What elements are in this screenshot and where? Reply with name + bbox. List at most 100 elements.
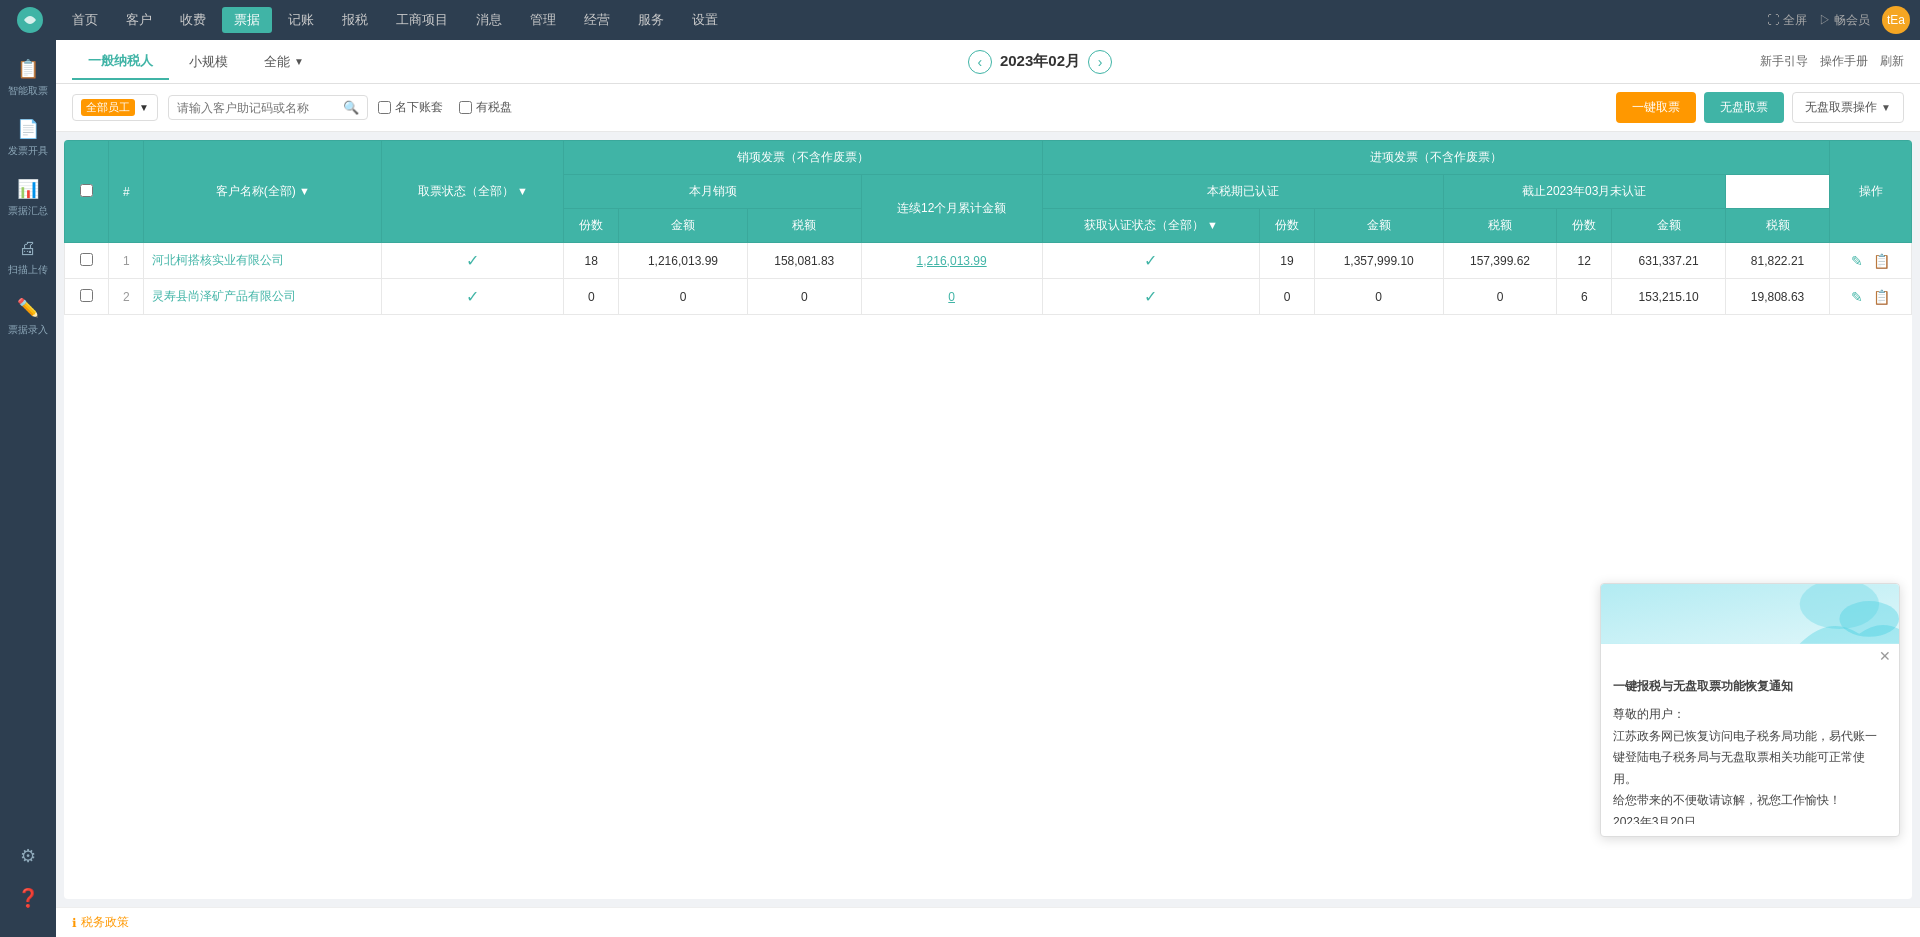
nav-business[interactable]: 工商项目 <box>384 7 460 33</box>
row-sales-tax: 158,081.83 <box>747 243 861 279</box>
notification-header: ✕ <box>1601 644 1899 668</box>
row-checkbox-input[interactable] <box>80 253 93 266</box>
row-consecutive12: 0 <box>861 279 1042 315</box>
view-icon[interactable]: 📋 <box>1873 289 1890 305</box>
nav-home[interactable]: 首页 <box>60 7 110 33</box>
row-confirm-status: ✓ <box>1042 279 1260 315</box>
chevron-down-icon: ▼ <box>139 102 149 113</box>
main-table: # 客户名称(全部) ▼ 取票状态（全部） ▼ 销项发票（不含作废票） 进项发票… <box>64 140 1912 315</box>
edit-icon[interactable]: ✎ <box>1851 253 1863 269</box>
sidebar-item-settings[interactable]: ⚙ <box>4 837 52 875</box>
manual-btn[interactable]: 操作手册 <box>1820 53 1868 70</box>
tab-bar-right: 新手引导 操作手册 刷新 <box>1760 53 1904 70</box>
th-unconfirmed-amount: 金额 <box>1612 209 1726 243</box>
vip-btn[interactable]: ▷ 畅会员 <box>1819 12 1870 29</box>
th-confirm-status: 获取认证状态（全部） ▼ <box>1042 209 1260 243</box>
sidebar-item-invoice-open[interactable]: 📄 发票开具 <box>4 110 52 166</box>
sidebar-item-invoice-entry[interactable]: ✏️ 票据录入 <box>4 289 52 345</box>
no-disc-fetch-btn[interactable]: 无盘取票 <box>1704 92 1784 123</box>
nav-message[interactable]: 消息 <box>464 7 514 33</box>
sidebar-item-invoice-summary[interactable]: 📊 票据汇总 <box>4 170 52 226</box>
search-icon[interactable]: 🔍 <box>343 100 359 115</box>
row-customer-name[interactable]: 灵寿县尚泽矿产品有限公司 <box>144 279 382 315</box>
row-input-tax: 157,399.62 <box>1443 243 1557 279</box>
checkbox-account[interactable]: 名下账套 <box>378 99 443 116</box>
row-sales-qty: 0 <box>564 279 619 315</box>
nav-items: 首页 客户 收费 票据 记账 报税 工商项目 消息 管理 经营 服务 设置 <box>60 7 1767 33</box>
notification-date: 2023年3月20日 <box>1613 812 1887 824</box>
sidebar-item-scan-upload[interactable]: 🖨 扫描上传 <box>4 230 52 285</box>
help-icon: ❓ <box>17 887 39 909</box>
nav-fee[interactable]: 收费 <box>168 7 218 33</box>
fullscreen-btn[interactable]: ⛶ 全屏 <box>1767 12 1806 29</box>
employee-filter[interactable]: 全部员工 ▼ <box>72 94 158 121</box>
nav-settings[interactable]: 设置 <box>680 7 730 33</box>
search-input[interactable] <box>177 101 337 115</box>
th-fetch-status: 取票状态（全部） ▼ <box>382 141 564 243</box>
row-checkbox <box>65 279 109 315</box>
row-unconfirmed-qty: 6 <box>1557 279 1612 315</box>
row-actions: ✎ 📋 <box>1830 243 1912 279</box>
row-input-qty: 19 <box>1260 243 1315 279</box>
th-input-amount: 金额 <box>1314 209 1443 243</box>
sidebar-item-help[interactable]: ❓ <box>4 879 52 917</box>
th-actions: 操作 <box>1830 141 1912 243</box>
row-checkbox-input[interactable] <box>80 289 93 302</box>
notification-scroll[interactable]: 尊敬的用户： 江苏政务网已恢复访问电子税务局功能，易代账一键登陆电子税务局与无盘… <box>1613 704 1887 824</box>
notification-body: 一键报税与无盘取票功能恢复通知 尊敬的用户： 江苏政务网已恢复访问电子税务局功能… <box>1601 668 1899 836</box>
select-all-checkbox[interactable] <box>80 184 93 197</box>
nav-operation[interactable]: 经营 <box>572 7 622 33</box>
search-box: 🔍 <box>168 95 368 120</box>
tab-general-taxpayer[interactable]: 一般纳税人 <box>72 44 169 80</box>
tab-small-scale[interactable]: 小规模 <box>173 45 244 79</box>
tax-policy-link[interactable]: 税务政策 <box>81 914 129 931</box>
nav-manage[interactable]: 管理 <box>518 7 568 33</box>
sidebar-bottom: ⚙ ❓ <box>4 837 52 927</box>
nav-accounting[interactable]: 记账 <box>276 7 326 33</box>
row-customer-name[interactable]: 河北柯搭核实业有限公司 <box>144 243 382 279</box>
th-checkbox <box>65 141 109 243</box>
sidebar-item-smart-fetch[interactable]: 📋 智能取票 <box>4 50 52 106</box>
user-avatar[interactable]: tEa <box>1882 6 1910 34</box>
fetch-status-filter-icon[interactable]: ▼ <box>517 185 528 197</box>
period-nav: ‹ 2023年02月 › <box>968 50 1112 74</box>
row-unconfirmed-amount: 631,337.21 <box>1612 243 1726 279</box>
checkbox-account-input[interactable] <box>378 101 391 114</box>
th-consecutive12: 连续12个月累计金额 <box>861 175 1042 243</box>
chevron-down-icon: ▼ <box>294 56 304 67</box>
notification-greeting: 尊敬的用户： <box>1613 704 1887 726</box>
th-input-qty: 份数 <box>1260 209 1315 243</box>
checkbox-taxpad-input[interactable] <box>459 101 472 114</box>
row-sales-tax: 0 <box>747 279 861 315</box>
employee-tag: 全部员工 <box>81 99 135 116</box>
nav-tax[interactable]: 报税 <box>330 7 380 33</box>
nav-invoice[interactable]: 票据 <box>222 7 272 33</box>
checkbox-taxpad[interactable]: 有税盘 <box>459 99 512 116</box>
row-sales-amount: 1,216,013.99 <box>619 243 748 279</box>
no-disc-ops-btn[interactable]: 无盘取票操作 ▼ <box>1792 92 1904 123</box>
one-key-fetch-btn[interactable]: 一键取票 <box>1616 92 1696 123</box>
next-period-btn[interactable]: › <box>1088 50 1112 74</box>
table-row: 2 灵寿县尚泽矿产品有限公司 ✓ 0 0 0 0 ✓ 0 0 0 6 153,2… <box>65 279 1912 315</box>
checkbox-group: 名下账套 有税盘 <box>378 99 512 116</box>
tab-all[interactable]: 全能 ▼ <box>248 45 320 79</box>
notification-close-btn[interactable]: ✕ <box>1879 648 1891 664</box>
toolbar-right: 一键取票 无盘取票 无盘取票操作 ▼ <box>1616 92 1904 123</box>
customer-filter-icon[interactable]: ▼ <box>299 185 310 197</box>
nav-service[interactable]: 服务 <box>626 7 676 33</box>
prev-period-btn[interactable]: ‹ <box>968 50 992 74</box>
th-until-march: 截止2023年03月未认证 <box>1443 175 1725 209</box>
notification-popup: ✕ 一键报税与无盘取票功能恢复通知 尊敬的用户： 江苏政务网已恢复访问电子税务局… <box>1600 583 1900 837</box>
period-label: 2023年02月 <box>1000 52 1080 71</box>
confirm-status-filter-icon[interactable]: ▼ <box>1207 219 1218 231</box>
view-icon[interactable]: 📋 <box>1873 253 1890 269</box>
table-row: 1 河北柯搭核实业有限公司 ✓ 18 1,216,013.99 158,081.… <box>65 243 1912 279</box>
th-current-month: 本月销项 <box>564 175 861 209</box>
th-unconfirmed-qty: 份数 <box>1557 209 1612 243</box>
edit-icon[interactable]: ✎ <box>1851 289 1863 305</box>
refresh-btn[interactable]: 刷新 <box>1880 53 1904 70</box>
new-guide-btn[interactable]: 新手引导 <box>1760 53 1808 70</box>
nav-customer[interactable]: 客户 <box>114 7 164 33</box>
status-bar: ℹ 税务政策 <box>56 907 1920 937</box>
toolbar: 全部员工 ▼ 🔍 名下账套 有税盘 一键取票 无盘取票 <box>56 84 1920 132</box>
